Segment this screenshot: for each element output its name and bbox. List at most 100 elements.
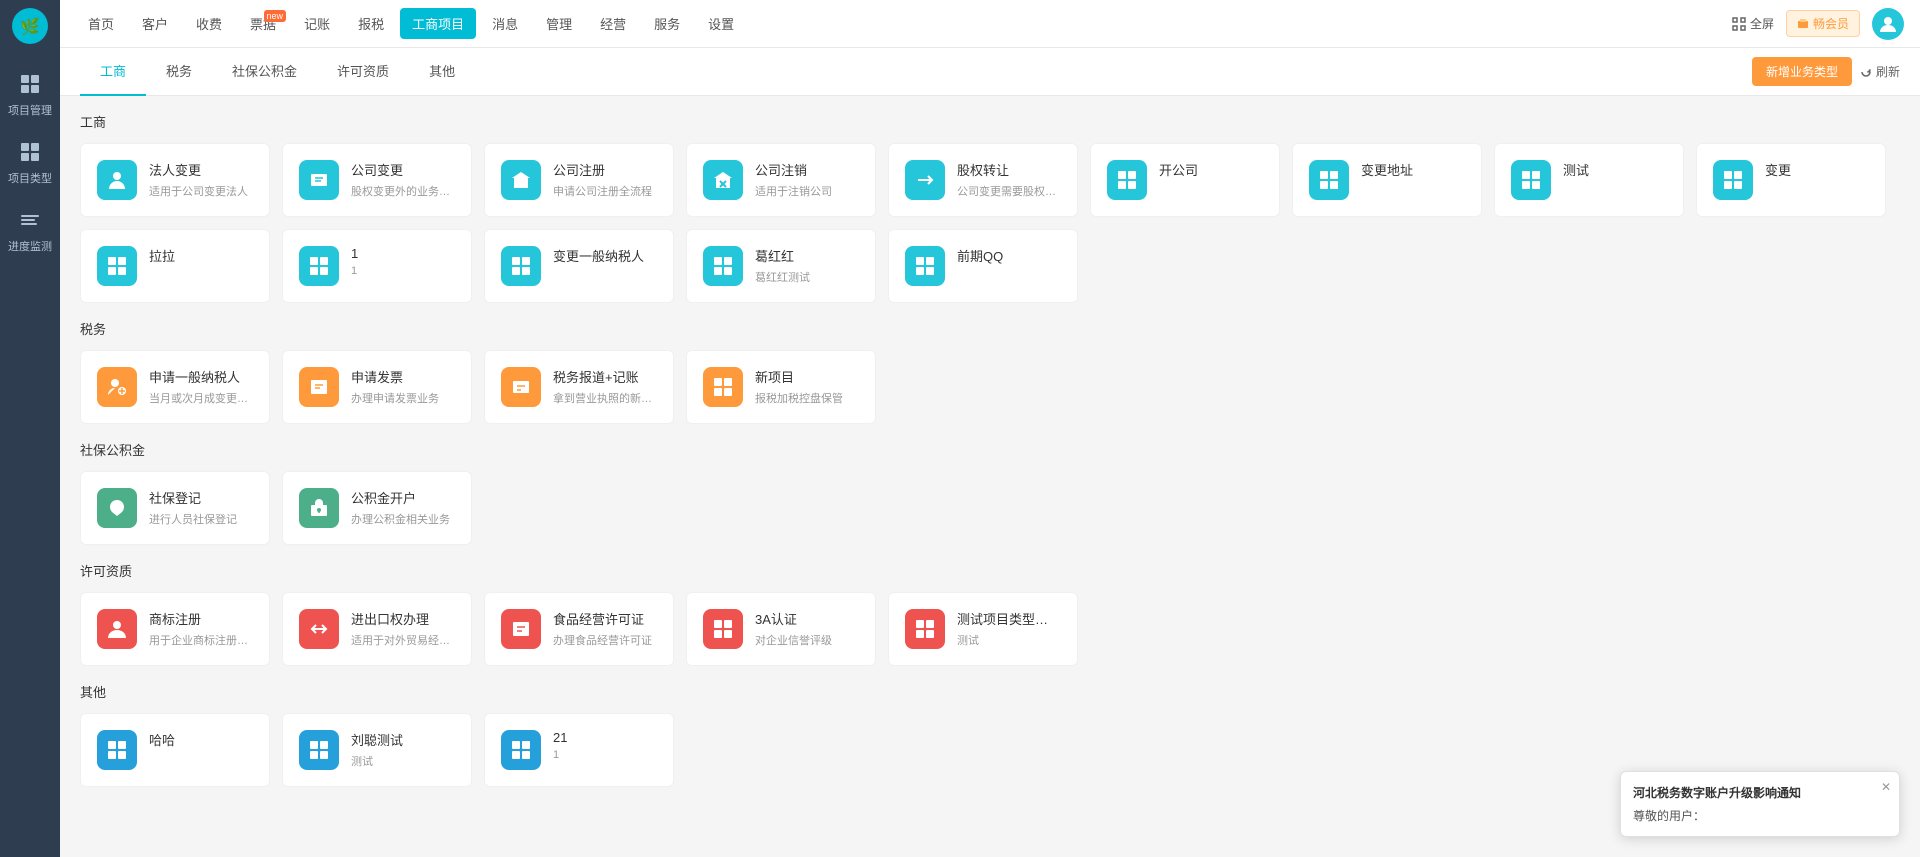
card-apply-taxpayer[interactable]: 申请一般纳税人 当月或次月成变更完成 (80, 350, 270, 424)
card-name: 公司注销 (755, 160, 859, 179)
card-desc: 报税加税控盘保管 (755, 390, 859, 406)
topnav-tax[interactable]: 报税 (346, 8, 396, 39)
card-info: 1 1 (351, 246, 455, 277)
card-desc: 股权变更外的业务变更 (351, 183, 455, 199)
card-info: 葛红红 葛红红测试 (755, 246, 859, 285)
card-haha[interactable]: 哈哈 (80, 713, 270, 787)
card-info: 拉拉 (149, 246, 253, 269)
card-name: 公积金开户 (351, 488, 455, 507)
card-info: 法人变更 适用于公司变更法人 (149, 160, 253, 199)
card-twenty-one[interactable]: 21 1 (484, 713, 674, 787)
card-icon (97, 730, 137, 770)
card-desc: 申请公司注册全流程 (553, 183, 657, 199)
card-info: 社保登记 进行人员社保登记 (149, 488, 253, 527)
subtab-social[interactable]: 社保公积金 (212, 48, 317, 96)
notification-text: 尊敬的用户： (1633, 807, 1887, 824)
card-name: 税务报道+记账 (553, 367, 657, 386)
card-front-qq[interactable]: 前期QQ (888, 229, 1078, 303)
topnav-operation[interactable]: 经营 (588, 8, 638, 39)
card-food-permit[interactable]: 食品经营许可证 办理食品经营许可证 (484, 592, 674, 666)
member-icon (1797, 18, 1809, 30)
card-change-address[interactable]: 变更地址 (1292, 143, 1482, 217)
card-name: 测试项目类型目定义 (957, 609, 1061, 628)
topnav-settings[interactable]: 设置 (696, 8, 746, 39)
sidebar-item-progress-monitor[interactable]: 进度监测 (0, 196, 60, 264)
topnav-business[interactable]: 工商项目 (400, 8, 476, 39)
card-company-cancel[interactable]: 公司注销 适用于注销公司 (686, 143, 876, 217)
card-lala[interactable]: 拉拉 (80, 229, 270, 303)
topnav-home[interactable]: 首页 (76, 8, 126, 39)
notification-close-button[interactable]: ✕ (1881, 780, 1891, 794)
card-info: 公司变更 股权变更外的业务变更 (351, 160, 455, 199)
card-equity-transfer[interactable]: 股权转让 公司变更需要股权转让 (888, 143, 1078, 217)
card-info: 测试项目类型目定义 测试 (957, 609, 1061, 648)
card-icon (299, 609, 339, 649)
main-area: 首页 客户 收费 票据 new 记账 报税 工商项目 消息 管理 经营 服务 设… (60, 0, 1920, 857)
card-info: 申请发票 办理申请发票业务 (351, 367, 455, 406)
topnav-message[interactable]: 消息 (480, 8, 530, 39)
card-open-company[interactable]: 开公司 (1090, 143, 1280, 217)
topnav-billing[interactable]: 收费 (184, 8, 234, 39)
card-apply-invoice[interactable]: 申请发票 办理申请发票业务 (282, 350, 472, 424)
card-name: 公司注册 (553, 160, 657, 179)
card-company-change[interactable]: 公司变更 股权变更外的业务变更 (282, 143, 472, 217)
card-3a-cert[interactable]: 3A认证 对企业信誉评级 (686, 592, 876, 666)
card-change-taxpayer[interactable]: 变更一般纳税人 (484, 229, 674, 303)
card-tax-report[interactable]: 税务报道+记账 拿到营业执照的新公司 (484, 350, 674, 424)
card-test-project-type[interactable]: 测试项目类型目定义 测试 (888, 592, 1078, 666)
card-import-export[interactable]: 进出口权办理 适用于对外贸易经营者 (282, 592, 472, 666)
card-legal-change[interactable]: 法人变更 适用于公司变更法人 (80, 143, 270, 217)
card-company-register[interactable]: 公司注册 申请公司注册全流程 (484, 143, 674, 217)
fullscreen-icon (1732, 17, 1746, 31)
card-icon (501, 160, 541, 200)
card-desc: 测试 (957, 632, 1061, 648)
card-icon (97, 488, 137, 528)
subtab-business[interactable]: 工商 (80, 48, 146, 96)
card-icon (905, 609, 945, 649)
sidebar-item-project-manage[interactable]: 项目管理 (0, 60, 60, 128)
topnav-customer[interactable]: 客户 (130, 8, 180, 39)
card-one[interactable]: 1 1 (282, 229, 472, 303)
card-icon (703, 246, 743, 286)
card-name: 前期QQ (957, 246, 1061, 265)
member-btn[interactable]: 畅会员 (1786, 10, 1860, 37)
section-title-business: 工商 (80, 112, 1900, 131)
fullscreen-btn[interactable]: 全屏 (1732, 15, 1774, 32)
card-info: 前期QQ (957, 246, 1061, 269)
card-liu-test[interactable]: 刘聪测试 测试 (282, 713, 472, 787)
card-ge-honghong[interactable]: 葛红红 葛红红测试 (686, 229, 876, 303)
topnav-service[interactable]: 服务 (642, 8, 692, 39)
card-desc: 用于企业商标注册服务 (149, 632, 253, 648)
business-cards-grid: 法人变更 适用于公司变更法人 公司变更 股权变更外的业务变更 (80, 143, 1900, 303)
subtab-permit[interactable]: 许可资质 (317, 48, 409, 96)
card-icon (905, 246, 945, 286)
card-fund-account[interactable]: 公积金开户 办理公积金相关业务 (282, 471, 472, 545)
topnav-ticket[interactable]: 票据 new (238, 8, 288, 39)
add-business-type-button[interactable]: 新增业务类型 (1752, 57, 1852, 86)
card-name: 商标注册 (149, 609, 253, 628)
card-info: 食品经营许可证 办理食品经营许可证 (553, 609, 657, 648)
logo[interactable]: 🌿 (12, 8, 48, 44)
card-new-project[interactable]: 新项目 报税加税控盘保管 (686, 350, 876, 424)
section-title-social: 社保公积金 (80, 440, 1900, 459)
subtab-other[interactable]: 其他 (409, 48, 475, 96)
card-name: 哈哈 (149, 730, 253, 749)
card-change2[interactable]: 变更 (1696, 143, 1886, 217)
sidebar: 🌿 项目管理 项目类型 (0, 0, 60, 857)
topnav-bookkeeping[interactable]: 记账 (292, 8, 342, 39)
card-info: 开公司 (1159, 160, 1263, 183)
social-cards-grid: 社保登记 进行人员社保登记 公积金开户 办理公积金相关业务 (80, 471, 1900, 545)
card-social-register[interactable]: 社保登记 进行人员社保登记 (80, 471, 270, 545)
topnav-manage[interactable]: 管理 (534, 8, 584, 39)
sidebar-item-project-type[interactable]: 项目类型 (0, 128, 60, 196)
card-test[interactable]: 测试 (1494, 143, 1684, 217)
card-info: 变更 (1765, 160, 1869, 183)
user-avatar[interactable] (1872, 8, 1904, 40)
notification-popup: ✕ 河北税务数字账户升级影响通知 尊敬的用户： (1620, 771, 1900, 837)
card-name: 股权转让 (957, 160, 1061, 179)
card-icon (501, 246, 541, 286)
card-name: 开公司 (1159, 160, 1263, 179)
subtab-tax[interactable]: 税务 (146, 48, 212, 96)
refresh-button[interactable]: 刷新 (1860, 63, 1900, 80)
card-trademark[interactable]: 商标注册 用于企业商标注册服务 (80, 592, 270, 666)
